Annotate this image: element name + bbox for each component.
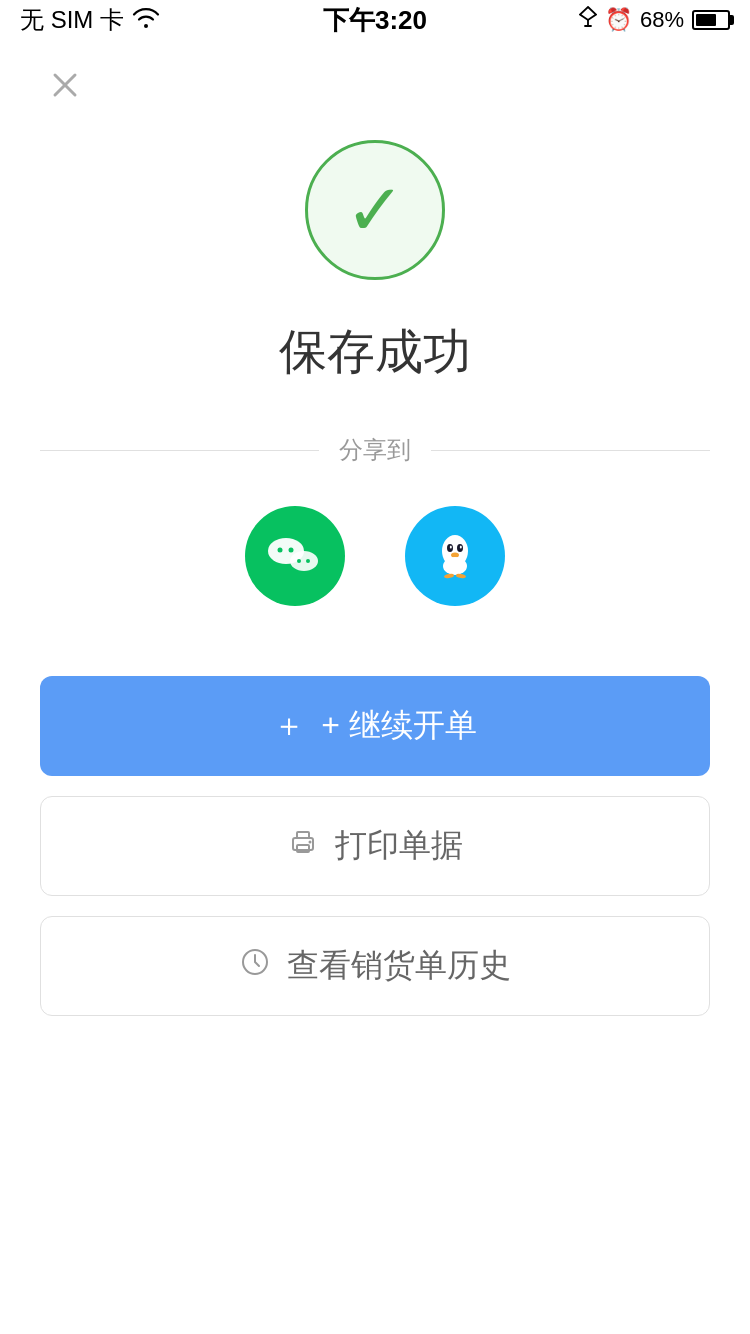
svg-point-10 (457, 544, 463, 552)
share-divider: 分享到 (40, 434, 710, 466)
print-button[interactable]: 打印单据 (40, 796, 710, 896)
success-title: 保存成功 (279, 320, 471, 384)
print-label: 打印单据 (335, 824, 463, 868)
status-bar: 无 SIM 卡 下午3:20 ⏰ 68% (0, 0, 750, 40)
plus-icon: ＋ (273, 704, 305, 748)
alarm-icon: ⏰ (605, 7, 632, 33)
status-left: 无 SIM 卡 (20, 4, 160, 36)
share-label: 分享到 (339, 434, 411, 466)
success-circle: ✓ (305, 140, 445, 280)
close-button[interactable] (40, 60, 90, 110)
location-icon (579, 6, 597, 34)
share-row (245, 506, 505, 606)
svg-point-4 (278, 548, 283, 553)
battery-icon (692, 10, 730, 30)
no-sim-text: 无 SIM 卡 (20, 4, 124, 36)
wechat-share-button[interactable] (245, 506, 345, 606)
svg-point-11 (450, 546, 452, 549)
qq-share-button[interactable] (405, 506, 505, 606)
svg-point-12 (460, 546, 462, 549)
svg-point-6 (297, 559, 301, 563)
status-right: ⏰ 68% (579, 6, 730, 34)
svg-rect-18 (297, 832, 309, 838)
status-time: 下午3:20 (323, 3, 427, 38)
svg-point-20 (309, 841, 312, 844)
continue-label: + 继续开单 (321, 704, 477, 748)
wifi-icon (132, 6, 160, 34)
continue-button[interactable]: ＋ + 继续开单 (40, 676, 710, 776)
main-content: ✓ 保存成功 分享到 (0, 40, 750, 1334)
divider-right (431, 450, 710, 451)
action-buttons: ＋ + 继续开单 打印单据 查看销货单历 (40, 676, 710, 1016)
printer-icon (287, 826, 319, 866)
history-label: 查看销货单历史 (287, 944, 511, 988)
battery-percent: 68% (640, 7, 684, 33)
history-button[interactable]: 查看销货单历史 (40, 916, 710, 1016)
svg-point-7 (306, 559, 310, 563)
checkmark-icon: ✓ (345, 174, 405, 246)
clock-icon (239, 946, 271, 986)
svg-point-14 (443, 557, 467, 575)
svg-point-9 (447, 544, 453, 552)
divider-left (40, 450, 319, 451)
svg-point-13 (451, 553, 459, 558)
svg-point-3 (290, 551, 318, 571)
svg-point-5 (289, 548, 294, 553)
